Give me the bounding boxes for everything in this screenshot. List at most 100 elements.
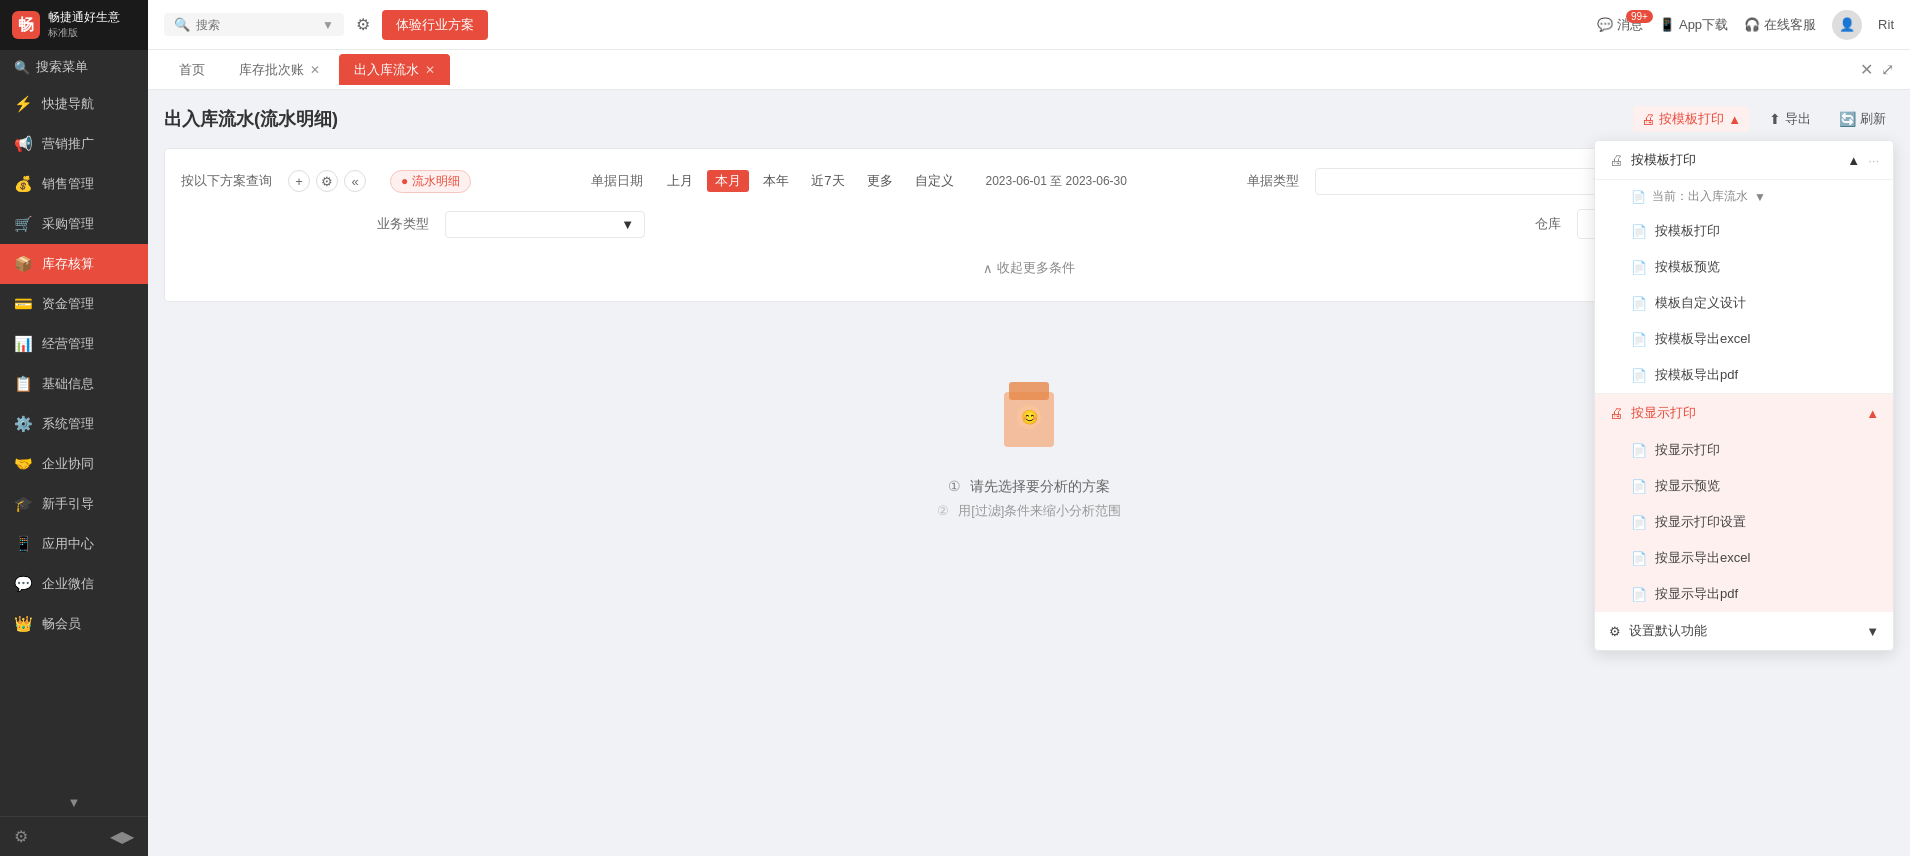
page-header: 出入库流水(流水明细) 🖨 按模板打印 ▲ ⬆ 导出 🔄 刷新 bbox=[164, 106, 1894, 132]
refresh-btn[interactable]: 🔄 刷新 bbox=[1831, 106, 1894, 132]
nav-icon-quick-nav: ⚡ bbox=[14, 95, 32, 113]
online-service-action[interactable]: 🎧 在线客服 bbox=[1744, 16, 1816, 34]
nav-label-app-center: 应用中心 bbox=[42, 535, 94, 553]
window-controls: ✕ ⤢ bbox=[1860, 60, 1894, 79]
display-section-header[interactable]: 🖨 按显示打印 ▲ bbox=[1595, 394, 1893, 432]
close-window-btn[interactable]: ✕ bbox=[1860, 60, 1873, 79]
filter-add-actions: + ⚙ « bbox=[288, 170, 366, 192]
export-btn[interactable]: ⬆ 导出 bbox=[1761, 106, 1819, 132]
date-options: 上月本月本年近7天更多自定义 bbox=[659, 170, 961, 192]
sidebar-item-finance[interactable]: 💳 资金管理 bbox=[0, 284, 148, 324]
user-avatar[interactable]: 👤 bbox=[1832, 10, 1862, 40]
dropdown-header-row: 🖨 按模板打印 ▲ ··· bbox=[1595, 141, 1893, 180]
current-dropdown-icon[interactable]: ▼ bbox=[1754, 190, 1766, 204]
app-download-action[interactable]: 📱 App下载 bbox=[1659, 16, 1728, 34]
sidebar-scroll-down[interactable]: ▼ bbox=[0, 789, 148, 816]
header-gear-icon[interactable]: ⚙ bbox=[356, 15, 370, 34]
header-search-input[interactable] bbox=[196, 18, 316, 32]
display-section-arrow[interactable]: ▲ bbox=[1866, 406, 1879, 421]
sidebar-item-quick-nav[interactable]: ⚡ 快捷导航 bbox=[0, 84, 148, 124]
sidebar-item-sales[interactable]: 💰 销售管理 bbox=[0, 164, 148, 204]
tab-label-batch-account: 库存批次账 bbox=[239, 61, 304, 79]
filter-settings-btn[interactable]: ⚙ bbox=[316, 170, 338, 192]
message-icon: 💬 bbox=[1597, 17, 1613, 32]
tab-close-flow[interactable]: ✕ bbox=[425, 63, 435, 77]
tab-flow[interactable]: 出入库流水 ✕ bbox=[339, 54, 450, 85]
header-search-box[interactable]: 🔍 ▼ bbox=[164, 13, 344, 36]
template-item-icon-0: 📄 bbox=[1631, 224, 1647, 239]
nav-label-enterprise: 企业协同 bbox=[42, 455, 94, 473]
template-item-3[interactable]: 📄按模板导出excel bbox=[1595, 321, 1893, 357]
nav-icon-purchase: 🛒 bbox=[14, 215, 32, 233]
dropdown-footer[interactable]: ⚙ 设置默认功能 ▼ bbox=[1595, 612, 1893, 650]
nav-label-marketing: 营销推广 bbox=[42, 135, 94, 153]
dropdown-dots[interactable]: ··· bbox=[1868, 153, 1879, 168]
trial-button[interactable]: 体验行业方案 bbox=[382, 10, 488, 40]
display-item-icon-4: 📄 bbox=[1631, 587, 1647, 602]
display-item-1[interactable]: 📄按显示预览 bbox=[1595, 468, 1893, 504]
nav-label-operations: 经营管理 bbox=[42, 335, 94, 353]
display-item-4[interactable]: 📄按显示导出pdf bbox=[1595, 576, 1893, 612]
sidebar-item-purchase[interactable]: 🛒 采购管理 bbox=[0, 204, 148, 244]
date-option-3[interactable]: 近7天 bbox=[803, 170, 852, 192]
filter-collapse-btn[interactable]: « bbox=[344, 170, 366, 192]
tab-batch-account[interactable]: 库存批次账 ✕ bbox=[224, 54, 335, 85]
header-search-dropdown[interactable]: ▼ bbox=[322, 18, 334, 32]
sidebar-item-member[interactable]: 👑 畅会员 bbox=[0, 604, 148, 644]
svg-text:😊: 😊 bbox=[1021, 409, 1039, 426]
business-type-dropdown-icon: ▼ bbox=[621, 217, 634, 232]
print-dropdown-icon[interactable]: ▲ bbox=[1728, 112, 1741, 127]
template-item-0[interactable]: 📄按模板打印 bbox=[1595, 213, 1893, 249]
business-type-select[interactable]: ▼ bbox=[445, 211, 645, 238]
nav-icon-wechat: 💬 bbox=[14, 575, 32, 593]
template-item-1[interactable]: 📄按模板预览 bbox=[1595, 249, 1893, 285]
sidebar-item-app-center[interactable]: 📱 应用中心 bbox=[0, 524, 148, 564]
message-badge: 99+ bbox=[1626, 10, 1653, 23]
sidebar-item-inventory[interactable]: 📦 库存核算 bbox=[0, 244, 148, 284]
nav-icon-app-center: 📱 bbox=[14, 535, 32, 553]
maximize-window-btn[interactable]: ⤢ bbox=[1881, 60, 1894, 79]
sidebar-item-marketing[interactable]: 📢 营销推广 bbox=[0, 124, 148, 164]
filter-add-btn[interactable]: + bbox=[288, 170, 310, 192]
app-badge: 标准版 bbox=[48, 26, 120, 40]
date-option-5[interactable]: 自定义 bbox=[907, 170, 962, 192]
bill-type-select[interactable]: ▼ bbox=[1315, 168, 1615, 195]
template-item-2[interactable]: 📄模板自定义设计 bbox=[1595, 285, 1893, 321]
sidebar-item-wechat[interactable]: 💬 企业微信 bbox=[0, 564, 148, 604]
nav-icon-system: ⚙️ bbox=[14, 415, 32, 433]
sidebar-nav: ⚡ 快捷导航 📢 营销推广 💰 销售管理 🛒 采购管理 📦 库存核算 💳 资金管… bbox=[0, 84, 148, 789]
dropdown-collapse-icon[interactable]: ▲ bbox=[1847, 153, 1860, 168]
username-label[interactable]: Rit bbox=[1878, 17, 1894, 32]
date-option-0[interactable]: 上月 bbox=[659, 170, 701, 192]
date-option-4[interactable]: 更多 bbox=[859, 170, 901, 192]
empty-illustration: 😊 bbox=[979, 362, 1079, 462]
display-item-2[interactable]: 📄按显示打印设置 bbox=[1595, 504, 1893, 540]
nav-icon-operations: 📊 bbox=[14, 335, 32, 353]
print-dropdown-overlay: 🖨 按模板打印 ▲ ··· 📄 当前：出入库流水 ▼ 📄按模板打印📄按模板预览📄… bbox=[1594, 140, 1894, 651]
refresh-icon: 🔄 bbox=[1839, 111, 1856, 127]
print-template-btn[interactable]: 🖨 按模板打印 ▲ bbox=[1633, 106, 1749, 132]
logo-icon: 畅 bbox=[12, 11, 40, 39]
collapse-icon[interactable]: ◀▶ bbox=[110, 827, 134, 846]
message-action[interactable]: 💬 消息 99+ bbox=[1597, 16, 1643, 34]
display-item-0[interactable]: 📄按显示打印 bbox=[1595, 432, 1893, 468]
current-template-label: 📄 当前：出入库流水 ▼ bbox=[1595, 180, 1893, 213]
sidebar-item-newbie[interactable]: 🎓 新手引导 bbox=[0, 484, 148, 524]
settings-icon[interactable]: ⚙ bbox=[14, 827, 28, 846]
headset-icon: 🎧 bbox=[1744, 17, 1760, 32]
template-item-4[interactable]: 📄按模板导出pdf bbox=[1595, 357, 1893, 393]
tab-home[interactable]: 首页 bbox=[164, 54, 220, 85]
sidebar-item-system[interactable]: ⚙️ 系统管理 bbox=[0, 404, 148, 444]
display-item-3[interactable]: 📄按显示导出excel bbox=[1595, 540, 1893, 576]
template-item-icon-4: 📄 bbox=[1631, 368, 1647, 383]
date-option-1[interactable]: 本月 bbox=[707, 170, 749, 192]
date-option-2[interactable]: 本年 bbox=[755, 170, 797, 192]
sidebar-search-label: 搜索菜单 bbox=[36, 58, 88, 76]
sidebar-search[interactable]: 🔍 搜索菜单 bbox=[0, 50, 148, 84]
sidebar-item-enterprise[interactable]: 🤝 企业协同 bbox=[0, 444, 148, 484]
flow-detail-tag[interactable]: ● 流水明细 bbox=[390, 170, 471, 193]
tab-close-batch-account[interactable]: ✕ bbox=[310, 63, 320, 77]
collapse-label: 收起更多条件 bbox=[997, 259, 1075, 277]
sidebar-item-basic-info[interactable]: 📋 基础信息 bbox=[0, 364, 148, 404]
sidebar-item-operations[interactable]: 📊 经营管理 bbox=[0, 324, 148, 364]
